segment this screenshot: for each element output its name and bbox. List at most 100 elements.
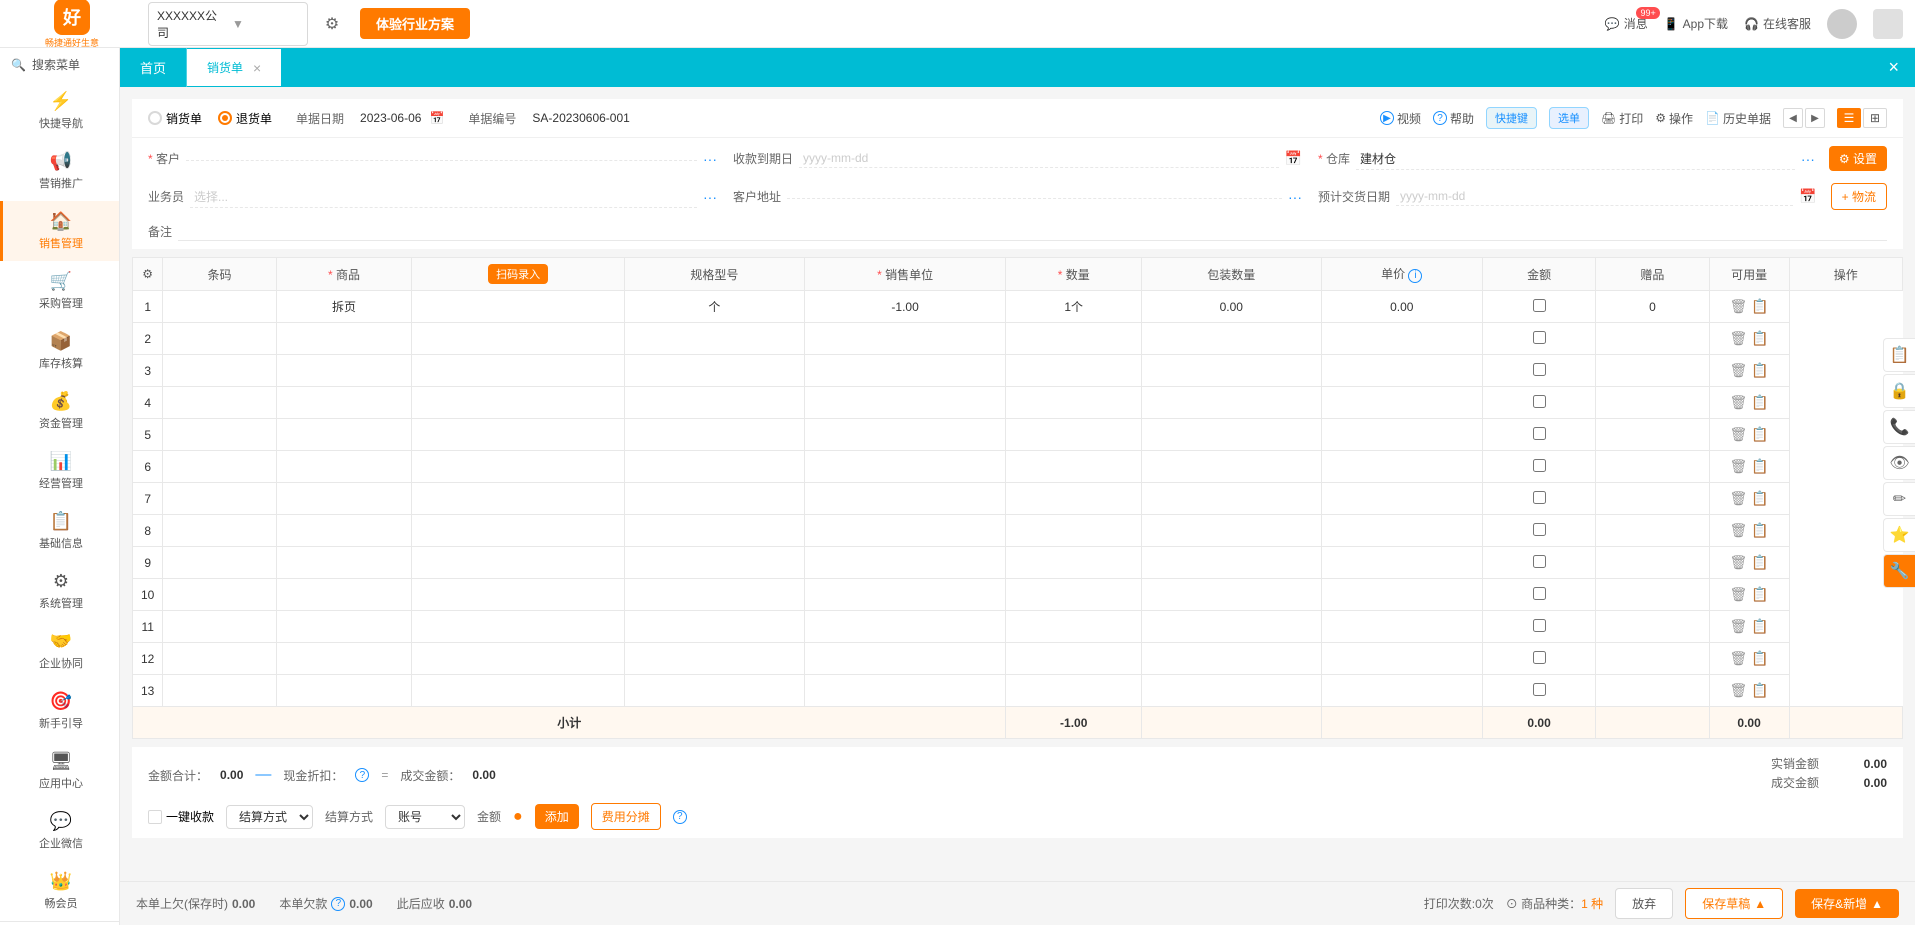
- row-gift[interactable]: [1482, 611, 1595, 643]
- row-gift[interactable]: [1482, 579, 1595, 611]
- action-history[interactable]: 📄 历史单据: [1705, 110, 1771, 127]
- row-product[interactable]: [276, 419, 411, 451]
- calc-method-select[interactable]: 结算方式: [226, 805, 313, 829]
- row-quantity[interactable]: [804, 419, 1006, 451]
- row-delete-icon[interactable]: 🗑: [1730, 362, 1748, 379]
- row-pkg-qty[interactable]: 1个: [1006, 291, 1141, 323]
- tab-close-icon[interactable]: ×: [253, 60, 261, 76]
- row-gift[interactable]: [1482, 291, 1595, 323]
- sidebar-item-appstore[interactable]: 🖥 应用中心: [0, 741, 119, 801]
- discount-info-icon[interactable]: ?: [355, 768, 369, 782]
- row-delete-icon[interactable]: 🗑: [1730, 650, 1748, 667]
- app-download-button[interactable]: 📱 App下载: [1664, 15, 1728, 32]
- action-video[interactable]: ▶ 视频: [1380, 110, 1421, 127]
- warehouse-value[interactable]: 建材仓: [1356, 148, 1795, 170]
- save-new-button[interactable]: 保存&新增 ▲: [1795, 889, 1899, 918]
- scan-button[interactable]: 扫码录入: [488, 264, 548, 284]
- sidebar-item-inventory[interactable]: 📦 库存核算: [0, 321, 119, 381]
- row-spec[interactable]: [412, 355, 625, 387]
- row-gift[interactable]: [1482, 643, 1595, 675]
- row-amount[interactable]: [1321, 387, 1482, 419]
- row-gift[interactable]: [1482, 515, 1595, 547]
- row-quantity[interactable]: [804, 515, 1006, 547]
- row-copy-icon[interactable]: 📋: [1751, 394, 1768, 411]
- row-delete-icon[interactable]: 🗑: [1730, 490, 1748, 507]
- messages-button[interactable]: 💬 消息 99+: [1605, 15, 1648, 32]
- row-spec[interactable]: [412, 291, 625, 323]
- row-unit[interactable]: [625, 675, 805, 707]
- row-product[interactable]: [276, 323, 411, 355]
- row-delete-icon[interactable]: 🗑: [1730, 330, 1748, 347]
- row-unit[interactable]: 个: [625, 291, 805, 323]
- row-copy-icon[interactable]: 📋: [1751, 490, 1768, 507]
- row-pkg-qty[interactable]: [1006, 515, 1141, 547]
- view-list[interactable]: ☰: [1837, 108, 1861, 128]
- tab-sales-order[interactable]: 销货单 ×: [187, 49, 281, 86]
- row-quantity[interactable]: [804, 547, 1006, 579]
- row-amount[interactable]: 0.00: [1321, 291, 1482, 323]
- row-delete-icon[interactable]: 🗑: [1730, 394, 1748, 411]
- row-copy-icon[interactable]: 📋: [1751, 554, 1768, 571]
- row-quantity[interactable]: [804, 483, 1006, 515]
- row-barcode[interactable]: [163, 323, 276, 355]
- address-more-icon[interactable]: ···: [1288, 189, 1302, 205]
- row-spec[interactable]: [412, 323, 625, 355]
- row-delete-icon[interactable]: 🗑: [1730, 554, 1748, 571]
- row-unit[interactable]: [625, 451, 805, 483]
- row-barcode[interactable]: [163, 419, 276, 451]
- row-barcode[interactable]: [163, 451, 276, 483]
- row-copy-icon[interactable]: 📋: [1751, 298, 1768, 315]
- row-barcode[interactable]: [163, 387, 276, 419]
- row-product[interactable]: [276, 675, 411, 707]
- row-barcode[interactable]: [163, 643, 276, 675]
- row-unit-price[interactable]: [1141, 419, 1321, 451]
- row-pkg-qty[interactable]: [1006, 675, 1141, 707]
- row-amount[interactable]: [1321, 547, 1482, 579]
- expected-date-cal-icon[interactable]: 📅: [1799, 188, 1816, 205]
- row-amount[interactable]: [1321, 579, 1482, 611]
- row-spec[interactable]: [412, 611, 625, 643]
- user-menu[interactable]: [1873, 9, 1903, 39]
- radio-sales-order[interactable]: 销货单: [148, 110, 202, 127]
- row-amount[interactable]: [1321, 355, 1482, 387]
- row-spec[interactable]: [412, 515, 625, 547]
- user-avatar[interactable]: [1827, 9, 1857, 39]
- sidebar-item-operations[interactable]: 📊 经营管理: [0, 441, 119, 501]
- row-quantity[interactable]: [804, 355, 1006, 387]
- row-barcode[interactable]: [163, 355, 276, 387]
- row-delete-icon[interactable]: 🗑: [1730, 298, 1748, 315]
- row-unit-price[interactable]: [1141, 483, 1321, 515]
- online-service-button[interactable]: 🎧 在线客服: [1744, 15, 1811, 32]
- col-scan[interactable]: 扫码录入: [412, 258, 625, 291]
- row-unit[interactable]: [625, 419, 805, 451]
- one-click-checkbox[interactable]: [148, 810, 162, 824]
- row-copy-icon[interactable]: 📋: [1751, 650, 1768, 667]
- row-pkg-qty[interactable]: [1006, 579, 1141, 611]
- row-product[interactable]: [276, 547, 411, 579]
- row-quantity[interactable]: [804, 323, 1006, 355]
- row-unit-price[interactable]: [1141, 643, 1321, 675]
- row-gift[interactable]: [1482, 387, 1595, 419]
- row-product[interactable]: [276, 643, 411, 675]
- row-amount[interactable]: [1321, 643, 1482, 675]
- row-barcode[interactable]: [163, 675, 276, 707]
- row-product[interactable]: [276, 355, 411, 387]
- row-amount[interactable]: [1321, 323, 1482, 355]
- row-unit-price[interactable]: [1141, 611, 1321, 643]
- one-click-payment[interactable]: 一键收款: [148, 808, 214, 825]
- row-copy-icon[interactable]: 📋: [1751, 618, 1768, 635]
- row-product[interactable]: [276, 451, 411, 483]
- row-amount[interactable]: [1321, 675, 1482, 707]
- row-amount[interactable]: [1321, 515, 1482, 547]
- right-panel-star[interactable]: ⭐: [1883, 518, 1915, 552]
- row-pkg-qty[interactable]: [1006, 547, 1141, 579]
- row-delete-icon[interactable]: 🗑: [1730, 458, 1748, 475]
- collect-date-input[interactable]: yyyy-mm-dd: [799, 149, 1279, 168]
- right-panel-copy[interactable]: 📋: [1883, 338, 1915, 372]
- sidebar-item-finance[interactable]: 💰 资金管理: [0, 381, 119, 441]
- row-unit-price[interactable]: [1141, 451, 1321, 483]
- row-copy-icon[interactable]: 📋: [1751, 522, 1768, 539]
- sidebar-item-system[interactable]: ⚙ 系统管理: [0, 561, 119, 621]
- row-unit[interactable]: [625, 611, 805, 643]
- settings-button[interactable]: ⚙ 设置: [1829, 146, 1887, 171]
